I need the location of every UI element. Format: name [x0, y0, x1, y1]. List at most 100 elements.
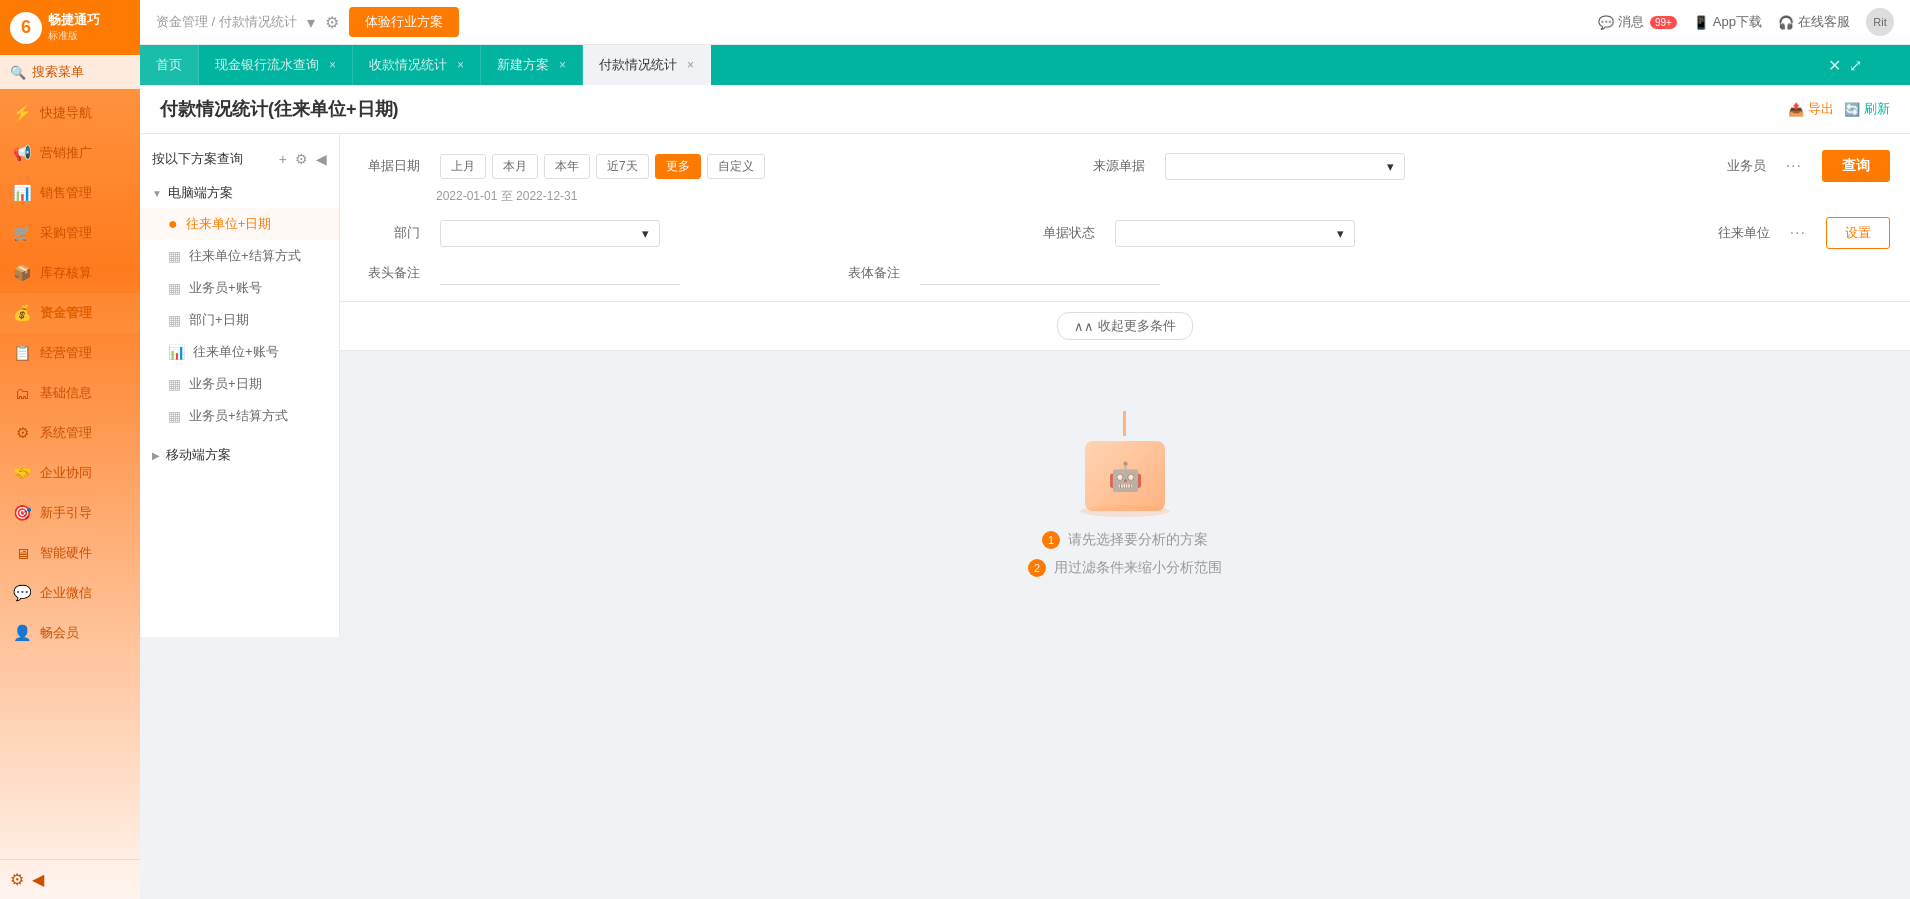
collapse-bar[interactable]: ∧∧ 收起更多条件 [340, 302, 1910, 351]
scheme-item-icon-salesperson-account: ▦ [168, 280, 181, 296]
tabbar-actions: ✕ ⤢ [1820, 45, 1870, 85]
topbar-settings-icon[interactable]: ⚙ [325, 13, 339, 32]
avatar[interactable]: Rit [1866, 8, 1894, 36]
tab-close-new-plan[interactable]: × [559, 58, 566, 72]
headset-icon: 🎧 [1778, 15, 1794, 30]
date-option-this-year[interactable]: 本年 [544, 154, 590, 179]
scheme-item-salesperson-account[interactable]: ▦ 业务员+账号 [140, 272, 339, 304]
left-panel-collapse-icon[interactable]: ◀ [316, 151, 327, 167]
tab-payment-stats[interactable]: 付款情况统计 × [583, 45, 711, 85]
scheme-item-partner-account[interactable]: 📊 往来单位+账号 [140, 336, 339, 368]
online-service-area[interactable]: 🎧 在线客服 [1778, 13, 1850, 31]
sidebar-item-wechat[interactable]: 💬 企业微信 [0, 573, 140, 613]
date-option-last-month[interactable]: 上月 [440, 154, 486, 179]
scheme-item-salesperson-settle[interactable]: ▦ 业务员+结算方式 [140, 400, 339, 432]
left-panel-title: 按以下方案查询 [152, 150, 243, 168]
header-note-input[interactable] [440, 261, 680, 285]
topbar: 资金管理 / 付款情况统计 ▾ ⚙ 体验行业方案 💬 消息 99+ 📱 App下… [140, 0, 1910, 45]
desktop-arrow-icon: ▼ [152, 188, 162, 199]
search-menu[interactable]: 🔍 搜索菜单 [0, 55, 140, 89]
tab-close-collection[interactable]: × [457, 58, 464, 72]
refresh-button[interactable]: 🔄 刷新 [1844, 100, 1890, 118]
sidebar-item-quick-nav[interactable]: ⚡ 快捷导航 [0, 93, 140, 133]
date-option-7days[interactable]: 近7天 [596, 154, 649, 179]
sidebar-collapse-icon[interactable]: ◀ [32, 870, 44, 889]
tab-home[interactable]: 首页 [140, 45, 199, 85]
scheme-item-icon-dept-date: ▦ [168, 312, 181, 328]
tab-close-all-icon[interactable]: ✕ [1828, 56, 1841, 75]
content-body: 按以下方案查询 + ⚙ ◀ ▼ 电脑端方案 ● 往来单位+日期 [140, 134, 1910, 637]
scheme-item-partner-settle[interactable]: ▦ 往来单位+结算方式 [140, 240, 339, 272]
left-panel-settings-icon[interactable]: ⚙ [295, 151, 308, 167]
date-option-this-month[interactable]: 本月 [492, 154, 538, 179]
tab-close-payment-stats[interactable]: × [687, 58, 694, 72]
notification-badge: 99+ [1650, 16, 1677, 29]
body-note-label: 表体备注 [840, 264, 900, 282]
query-button[interactable]: 查询 [1822, 150, 1890, 182]
date-range-text: 2022-01-01 至 2022-12-31 [436, 188, 577, 205]
source-select[interactable]: ▾ [1165, 153, 1405, 180]
empty-antenna [1123, 411, 1126, 436]
operation-icon: 📋 [12, 343, 32, 363]
scheme-item-salesperson-date[interactable]: ▦ 业务员+日期 [140, 368, 339, 400]
sidebar-item-basic[interactable]: 🗂 基础信息 [0, 373, 140, 413]
sidebar-item-purchase[interactable]: 🛒 采购管理 [0, 213, 140, 253]
status-dropdown-icon: ▾ [1337, 226, 1344, 241]
scheme-group-desktop-title[interactable]: ▼ 电脑端方案 [140, 178, 339, 208]
partner-dots[interactable]: ··· [1790, 224, 1806, 242]
app-sub: 标准版 [48, 29, 100, 43]
salesperson-dots[interactable]: ··· [1786, 157, 1802, 175]
voucher-status-select[interactable]: ▾ [1115, 220, 1355, 247]
collapse-up-icon: ∧∧ [1074, 319, 1094, 334]
sidebar-item-sales[interactable]: 📊 销售管理 [0, 173, 140, 213]
date-option-custom[interactable]: 自定义 [707, 154, 765, 179]
quick-nav-icon: ⚡ [12, 103, 32, 123]
collapse-button[interactable]: ∧∧ 收起更多条件 [1057, 312, 1193, 340]
tab-expand-icon[interactable]: ⤢ [1849, 56, 1862, 75]
sidebar-settings-icon[interactable]: ⚙ [10, 870, 24, 889]
left-panel-header: 按以下方案查询 + ⚙ ◀ [140, 144, 339, 174]
salesperson-label: 业务员 [1706, 157, 1766, 175]
sidebar-item-marketing[interactable]: 📢 营销推广 [0, 133, 140, 173]
tab-close-cash-flow[interactable]: × [329, 58, 336, 72]
empty-step-2: 2 用过滤条件来缩小分析范围 [1028, 559, 1222, 577]
logo-icon: 6 [10, 12, 42, 44]
sidebar-bottom: ⚙ ◀ [0, 859, 140, 899]
sidebar-item-member[interactable]: 👤 畅会员 [0, 613, 140, 653]
sidebar-item-system[interactable]: ⚙ 系统管理 [0, 413, 140, 453]
scheme-group-mobile-title[interactable]: ▶ 移动端方案 [140, 440, 339, 470]
tab-cash-flow[interactable]: 现金银行流水查询 × [199, 45, 353, 85]
source-label: 来源单据 [1085, 157, 1145, 175]
phone-icon: 📱 [1693, 15, 1709, 30]
trial-button[interactable]: 体验行业方案 [349, 7, 459, 37]
filter-row-2: 部门 ▾ 单据状态 ▾ 往来单位 ··· [360, 217, 1890, 249]
dept-dropdown-icon: ▾ [642, 226, 649, 241]
left-panel-add-icon[interactable]: + [279, 151, 287, 167]
app-download-area[interactable]: 📱 App下载 [1693, 13, 1762, 31]
tab-new-plan[interactable]: 新建方案 × [481, 45, 583, 85]
date-option-more[interactable]: 更多 [655, 154, 701, 179]
sidebar-item-finance[interactable]: 💰 资金管理 [0, 293, 140, 333]
right-content: 单据日期 上月 本月 本年 近7天 更多 自定义 来源单据 [340, 134, 1910, 637]
sidebar-item-hardware[interactable]: 🖥 智能硬件 [0, 533, 140, 573]
sidebar-item-operation[interactable]: 📋 经营管理 [0, 333, 140, 373]
department-select[interactable]: ▾ [440, 220, 660, 247]
body-note-input[interactable] [920, 261, 1160, 285]
purchase-icon: 🛒 [12, 223, 32, 243]
empty-shadow [1080, 505, 1170, 517]
scheme-item-partner-date[interactable]: ● 往来单位+日期 [140, 208, 339, 240]
member-icon: 👤 [12, 623, 32, 643]
tab-collection[interactable]: 收款情况统计 × [353, 45, 481, 85]
notification-area[interactable]: 💬 消息 99+ [1598, 13, 1677, 31]
left-panel: 按以下方案查询 + ⚙ ◀ ▼ 电脑端方案 ● 往来单位+日期 [140, 134, 340, 637]
scheme-group-mobile: ▶ 移动端方案 [140, 436, 339, 474]
left-panel-header-actions: + ⚙ ◀ [279, 151, 327, 167]
scheme-item-dept-date[interactable]: ▦ 部门+日期 [140, 304, 339, 336]
sidebar-item-enterprise[interactable]: 🤝 企业协同 [0, 453, 140, 493]
topbar-dropdown-icon[interactable]: ▾ [307, 13, 315, 32]
sidebar-item-inventory[interactable]: 📦 库存核算 [0, 253, 140, 293]
date-options: 上月 本月 本年 近7天 更多 自定义 [440, 154, 765, 179]
export-button[interactable]: 📤 导出 [1788, 100, 1834, 118]
setting-button[interactable]: 设置 [1826, 217, 1890, 249]
sidebar-item-guide[interactable]: 🎯 新手引导 [0, 493, 140, 533]
